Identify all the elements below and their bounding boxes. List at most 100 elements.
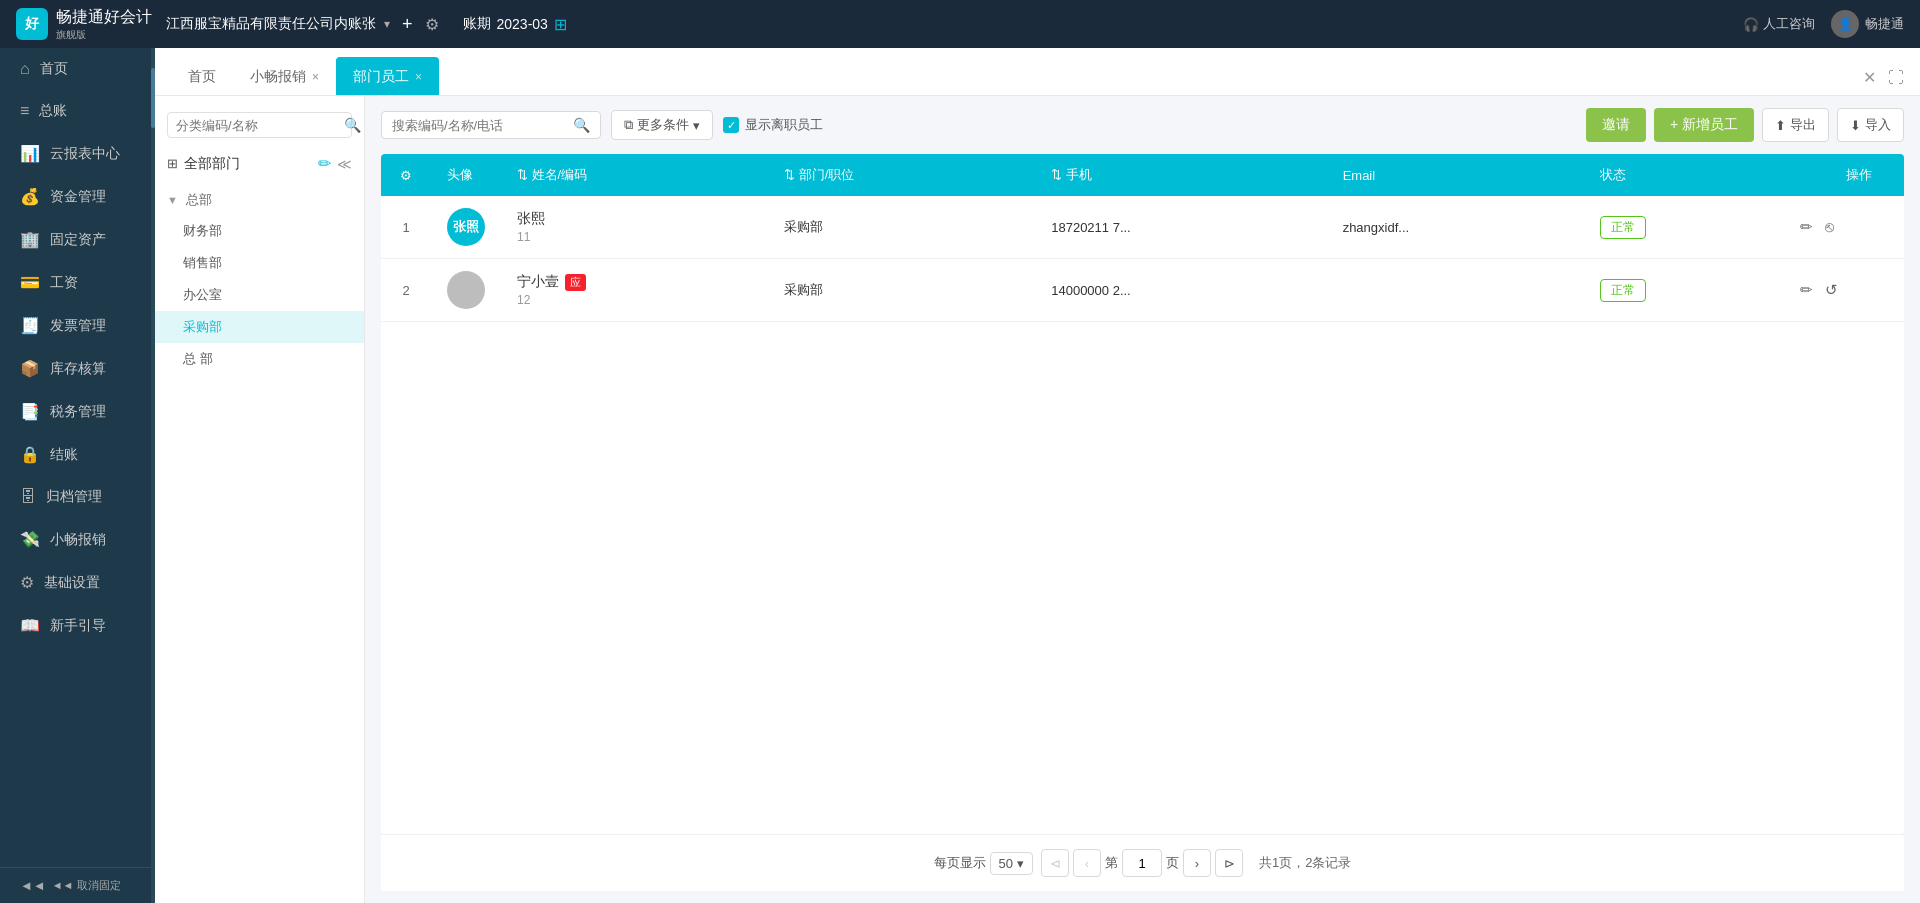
- logo-text: 畅捷通好会计 旗舰版: [56, 7, 152, 42]
- reports-icon: 📊: [20, 144, 40, 163]
- sidebar-item-close[interactable]: 🔒 结账: [0, 433, 155, 476]
- tab-expense-close[interactable]: ×: [312, 70, 319, 84]
- row-actions: ✏ ⎋: [1784, 196, 1904, 259]
- dept-collapse-icon[interactable]: ≪: [337, 156, 352, 172]
- status-badge: 正常: [1600, 279, 1646, 302]
- col-actions: 操作: [1784, 154, 1904, 196]
- checkbox-box: ✓: [723, 117, 739, 133]
- window-expand-button[interactable]: ⛶: [1888, 69, 1904, 87]
- dept-child-label: 办公室: [183, 287, 222, 302]
- delete-button[interactable]: ⎋: [1825, 218, 1834, 236]
- dept-search-box[interactable]: 🔍: [167, 112, 352, 138]
- sidebar-item-guide[interactable]: 📖 新手引导: [0, 604, 155, 647]
- dept-arrow-icon: ▼: [167, 194, 178, 206]
- prev-page-button[interactable]: ‹: [1073, 849, 1101, 877]
- col-email: Email: [1327, 154, 1584, 196]
- sidebar-item-funds[interactable]: 💰 资金管理: [0, 175, 155, 218]
- service-button[interactable]: 🎧 人工咨询: [1743, 15, 1815, 33]
- tab-dept-close[interactable]: ×: [415, 70, 422, 84]
- invite-button[interactable]: 邀请: [1586, 108, 1646, 142]
- home-icon: ⌂: [20, 60, 30, 78]
- employee-panel: 🔍 ⧉ 更多条件 ▾ ✓ 显示离职员工 邀请 + 新增员工: [365, 96, 1920, 903]
- dept-child-label: 销售部: [183, 255, 222, 270]
- sidebar-item-tax[interactable]: 📑 税务管理: [0, 390, 155, 433]
- delete-button[interactable]: ↺: [1825, 281, 1838, 299]
- company-dropdown-icon: ▾: [384, 17, 390, 31]
- sidebar-item-ledger[interactable]: ≡ 总账: [0, 90, 155, 132]
- avatar: [447, 271, 485, 309]
- last-page-button[interactable]: ⊳: [1215, 849, 1243, 877]
- dept-child-purchasing[interactable]: 采购部: [155, 311, 364, 343]
- settings-nav-icon: ⚙: [20, 573, 34, 592]
- col-name-code[interactable]: ⇅ 姓名/编码: [501, 154, 768, 196]
- tab-expense[interactable]: 小畅报销 ×: [233, 57, 336, 95]
- invoice-icon: 🧾: [20, 316, 40, 335]
- company-selector[interactable]: 江西服宝精品有限责任公司内账张 ▾: [166, 15, 390, 33]
- sidebar-item-archive[interactable]: 🗄 归档管理: [0, 476, 155, 518]
- first-page-button[interactable]: ⊲: [1041, 849, 1069, 877]
- sidebar-item-payroll[interactable]: 💳 工资: [0, 261, 155, 304]
- filter-arrow-icon: ▾: [693, 118, 700, 133]
- calendar-icon[interactable]: ⊞: [554, 15, 567, 34]
- sidebar: ⌂ 首页 ≡ 总账 📊 云报表中心 💰 资金管理 🏢 固定资产 💳 工资 🧾 发…: [0, 48, 155, 903]
- filter-button[interactable]: ⧉ 更多条件 ▾: [611, 110, 713, 140]
- sidebar-item-invoice[interactable]: 🧾 发票管理: [0, 304, 155, 347]
- employee-search-input[interactable]: [392, 118, 573, 133]
- add-employee-button[interactable]: + 新增员工: [1654, 108, 1754, 142]
- col-settings[interactable]: ⚙: [381, 154, 431, 196]
- payroll-icon: 💳: [20, 273, 40, 292]
- window-close-button[interactable]: ✕: [1863, 68, 1876, 87]
- sidebar-item-settings[interactable]: ⚙ 基础设置: [0, 561, 155, 604]
- settings-icon[interactable]: ⚙: [425, 15, 439, 34]
- export-button[interactable]: ⬆ 导出: [1762, 108, 1829, 142]
- sidebar-item-reports[interactable]: 📊 云报表中心: [0, 132, 155, 175]
- col-phone[interactable]: ⇅ 手机: [1035, 154, 1326, 196]
- sidebar-item-home[interactable]: ⌂ 首页: [0, 48, 155, 90]
- dept-search-icon: 🔍: [344, 117, 361, 133]
- dept-edit-icon[interactable]: ✏: [318, 154, 331, 173]
- employee-toolbar: 🔍 ⧉ 更多条件 ▾ ✓ 显示离职员工 邀请 + 新增员工: [381, 108, 1904, 142]
- tabs-bar: 首页 小畅报销 × 部门员工 × ✕ ⛶: [155, 48, 1920, 96]
- dept-child-label: 财务部: [183, 223, 222, 238]
- dept-child-finance[interactable]: 财务部: [155, 215, 364, 247]
- employee-table-wrap: ⚙ 头像 ⇅ 姓名/编码 ⇅ 部门/职位 ⇅ 手机 Email: [381, 154, 1904, 834]
- next-page-button[interactable]: ›: [1183, 849, 1211, 877]
- sidebar-item-assets[interactable]: 🏢 固定资产: [0, 218, 155, 261]
- dept-child-hq[interactable]: 总 部: [155, 343, 364, 375]
- headset-icon: 🎧: [1743, 17, 1759, 32]
- col-dept-position[interactable]: ⇅ 部门/职位: [768, 154, 1035, 196]
- unpin-button[interactable]: ◄◄ ◄◄ 取消固定: [0, 867, 155, 903]
- tag-badge: 应: [565, 274, 586, 291]
- sort-icon: ⇅: [517, 167, 528, 182]
- tab-dept[interactable]: 部门员工 ×: [336, 57, 439, 95]
- employee-code: 11: [517, 230, 752, 244]
- import-button[interactable]: ⬇ 导入: [1837, 108, 1904, 142]
- sidebar-item-expense[interactable]: 💸 小畅报销: [0, 518, 155, 561]
- page-content: 🔍 ⊞ 全部部门 ✏ ≪ ▼ 总部 财务部 销售部: [155, 96, 1920, 903]
- row-avatar: [431, 259, 501, 322]
- edit-button[interactable]: ✏: [1800, 218, 1813, 236]
- show-resigned-checkbox[interactable]: ✓ 显示离职员工: [723, 116, 823, 134]
- dept-tree: ▼ 总部 财务部 销售部 办公室 采购部 总 部: [155, 181, 364, 379]
- pager-buttons: ⊲ ‹ 第 页 › ⊳: [1041, 849, 1243, 877]
- row-status: 正常: [1584, 196, 1784, 259]
- all-dept-header[interactable]: ⊞ 全部部门 ✏ ≪: [155, 146, 364, 181]
- sidebar-item-inventory[interactable]: 📦 库存核算: [0, 347, 155, 390]
- edit-button[interactable]: ✏: [1800, 281, 1813, 299]
- dept-search-input[interactable]: [176, 118, 344, 133]
- employee-search-box[interactable]: 🔍: [381, 111, 601, 139]
- dept-group-headquarters[interactable]: ▼ 总部: [155, 185, 364, 215]
- export-icon: ⬆: [1775, 118, 1786, 133]
- avatar: 张照: [447, 208, 485, 246]
- table-row: 1 张照 张熙 11 采购部 18720211 7... zhangxidf..…: [381, 196, 1904, 259]
- dept-child-sales[interactable]: 销售部: [155, 247, 364, 279]
- dept-child-office[interactable]: 办公室: [155, 279, 364, 311]
- dept-grid-icon: ⊞: [167, 156, 178, 171]
- employee-name: 宁小壹: [517, 273, 559, 291]
- user-menu[interactable]: 👤 畅捷通: [1831, 10, 1904, 38]
- page-size-dropdown[interactable]: 50 ▾: [990, 852, 1033, 875]
- dept-child-label: 采购部: [183, 319, 222, 334]
- page-number-input[interactable]: [1122, 849, 1162, 877]
- tab-home[interactable]: 首页: [171, 57, 233, 95]
- add-company-button[interactable]: +: [402, 14, 413, 35]
